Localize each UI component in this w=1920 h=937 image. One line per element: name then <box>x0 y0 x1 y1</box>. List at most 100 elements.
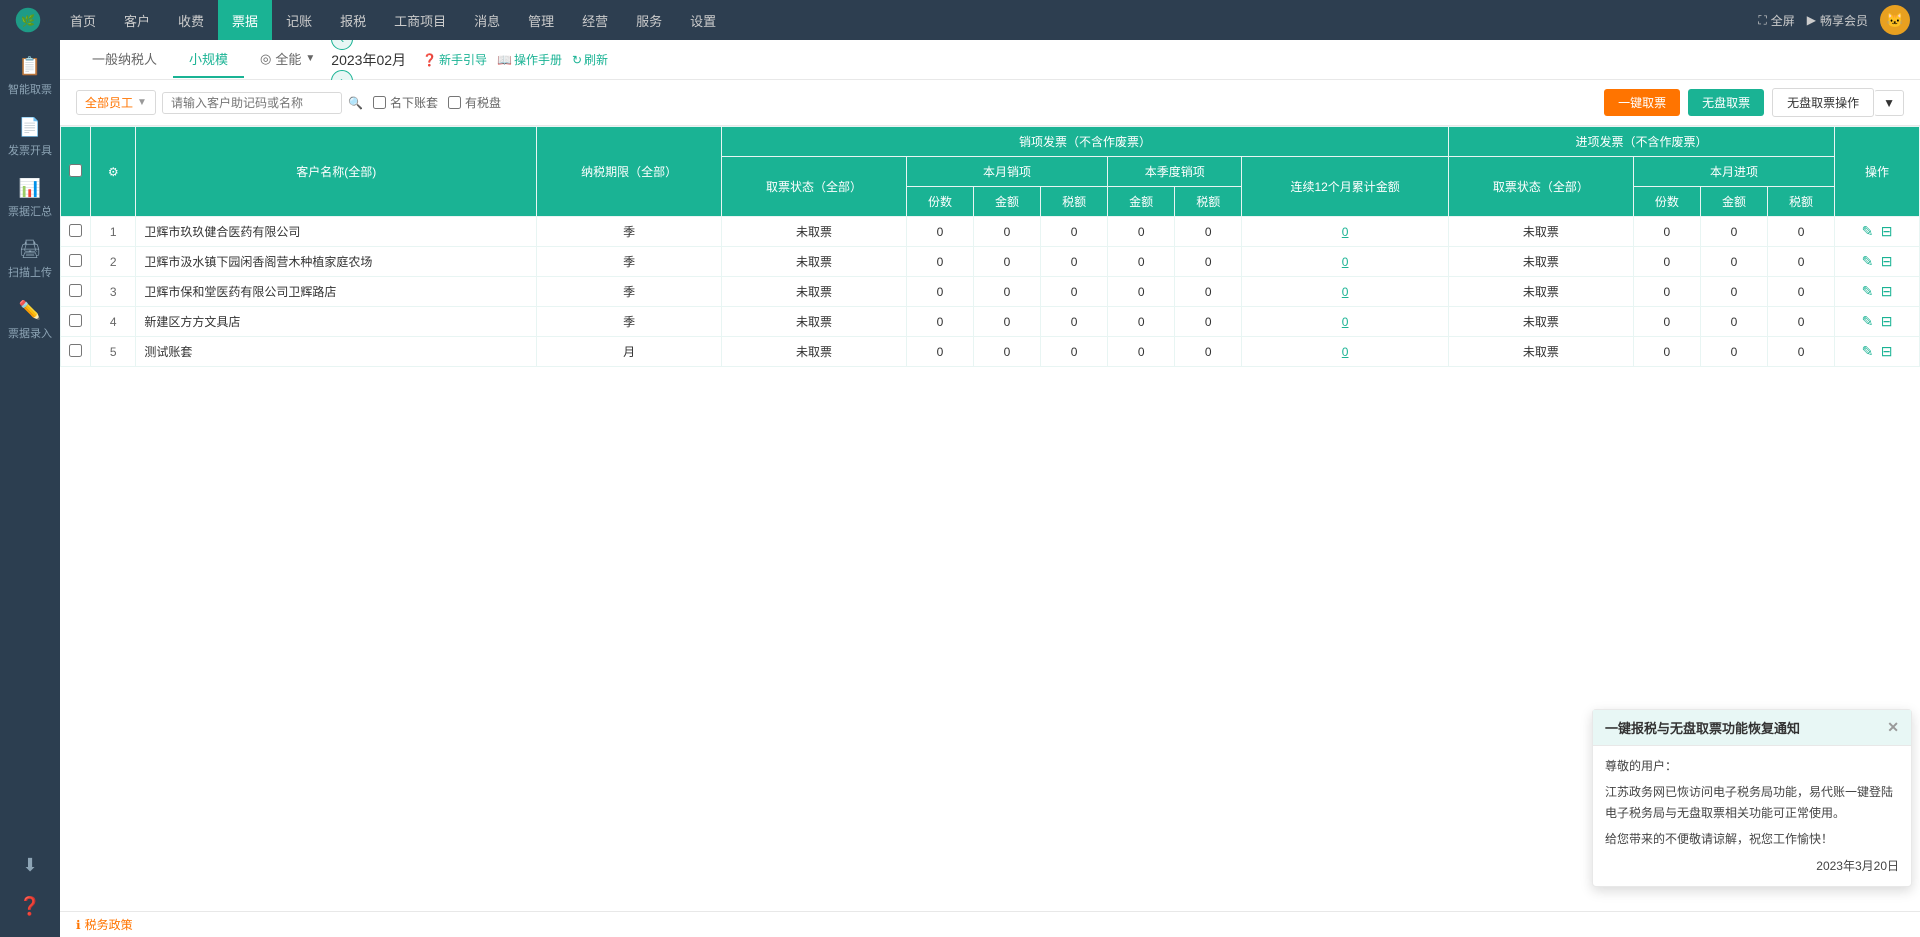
tab-general-taxpayer[interactable]: 一般纳税人 <box>76 41 173 78</box>
select-all-checkbox[interactable] <box>69 164 82 177</box>
th-sales-invoice: 销项发票（不含作废票） <box>722 127 1449 157</box>
th-month-input: 本月进项 <box>1633 157 1834 187</box>
row-customer-name: 卫辉市玖玖健合医药有限公司 <box>136 217 537 247</box>
notification-body: 尊敬的用户： 江苏政务网已恢访问电子税务局功能，易代账一键登陆电子税务局与无盘取… <box>1593 746 1911 886</box>
sidebar-item-invoice-summary[interactable]: 📊 票据汇总 <box>2 170 58 227</box>
one-click-fetch-button[interactable]: 一键取票 <box>1604 89 1680 116</box>
member-button[interactable]: ▶ 畅享会员 <box>1807 12 1868 29</box>
invoice-summary-icon: 📊 <box>19 178 41 199</box>
row-checkbox[interactable] <box>69 254 82 267</box>
employee-select[interactable]: 全部员工 ▼ <box>76 90 156 115</box>
toolbar: 全部员工 ▼ 🔍 名下账套 有税盘 一键取票 无盘取票 无盘取票操作 ▼ <box>60 80 1920 126</box>
row-quarter-tax: 0 <box>1175 307 1242 337</box>
manual-link[interactable]: 📖 操作手册 <box>497 51 562 68</box>
row-edit-icon[interactable]: ✎ <box>1862 343 1874 359</box>
row-tax-period: 季 <box>537 277 722 307</box>
sidebar-settings[interactable]: ⬇ <box>2 847 58 884</box>
manual-icon: 📖 <box>497 53 512 67</box>
checkbox-has-tax-disk[interactable]: 有税盘 <box>448 94 501 111</box>
no-disc-fetch-button[interactable]: 无盘取票 <box>1688 89 1764 116</box>
notification-close-button[interactable]: ✕ <box>1887 719 1899 736</box>
nav-business[interactable]: 工商项目 <box>380 0 460 40</box>
row-sales-month-shares: 0 <box>906 337 973 367</box>
notification-header: 一键报税与无盘取票功能恢复通知 ✕ <box>1593 710 1911 746</box>
tab-small-scale[interactable]: 小规模 <box>173 41 244 78</box>
row-edit-icon[interactable]: ✎ <box>1862 313 1874 329</box>
search-icon[interactable]: 🔍 <box>348 96 363 110</box>
sidebar-item-invoice-issue[interactable]: 📄 发票开具 <box>2 109 58 166</box>
row-cumulative-12[interactable]: 0 <box>1242 277 1449 307</box>
avatar[interactable]: 🐱 <box>1880 5 1910 35</box>
row-sales-month-shares: 0 <box>906 217 973 247</box>
row-sales-month-amount: 0 <box>973 247 1040 277</box>
nav-bookkeeping[interactable]: 记账 <box>272 0 326 40</box>
row-edit-icon[interactable]: ✎ <box>1862 283 1874 299</box>
sidebar-item-smart-fetch[interactable]: 📋 智能取票 <box>2 48 58 105</box>
row-cumulative-12[interactable]: 0 <box>1242 337 1449 367</box>
my-accounts-checkbox[interactable] <box>373 96 386 109</box>
nav-invoice[interactable]: 票据 <box>218 0 272 40</box>
nav-home[interactable]: 首页 <box>56 0 110 40</box>
nav-customer[interactable]: 客户 <box>110 0 164 40</box>
has-tax-disk-label: 有税盘 <box>465 94 501 111</box>
row-checkbox[interactable] <box>69 344 82 357</box>
nav-message[interactable]: 消息 <box>460 0 514 40</box>
row-detail-icon[interactable]: ⊟ <box>1881 313 1893 329</box>
row-cumulative-12[interactable]: 0 <box>1242 307 1449 337</box>
prev-month-button[interactable]: ‹ <box>331 40 353 50</box>
row-detail-icon[interactable]: ⊟ <box>1881 343 1893 359</box>
row-tax-period: 月 <box>537 337 722 367</box>
sidebar-item-invoice-entry[interactable]: ✏️ 票据录入 <box>2 292 58 349</box>
row-sales-fetch-status: 未取票 <box>722 277 907 307</box>
nav-settings[interactable]: 设置 <box>676 0 730 40</box>
nav-tax[interactable]: 报税 <box>326 0 380 40</box>
row-cumulative-12[interactable]: 0 <box>1242 247 1449 277</box>
app-logo[interactable]: 🌿 <box>10 2 46 38</box>
fullscreen-button[interactable]: ⛶ 全屏 <box>1758 12 1794 29</box>
tax-policy-link[interactable]: 税务政策 <box>85 916 133 933</box>
search-input[interactable] <box>162 92 342 114</box>
settings-icon: ⬇ <box>22 855 37 876</box>
row-quarter-tax: 0 <box>1175 247 1242 277</box>
row-checkbox[interactable] <box>69 314 82 327</box>
row-detail-icon[interactable]: ⊟ <box>1881 223 1893 239</box>
checkbox-my-accounts[interactable]: 名下账套 <box>373 94 438 111</box>
row-tax-period: 季 <box>537 247 722 277</box>
sidebar-item-scan-upload[interactable]: 🖨 扫描上传 <box>2 231 58 288</box>
refresh-link[interactable]: ↻ 刷新 <box>572 51 608 68</box>
th-input-invoice: 进项发票（不含作废票） <box>1448 127 1834 157</box>
row-input-fetch-status: 未取票 <box>1448 247 1633 277</box>
notification-body-text: 江苏政务网已恢访问电子税务局功能，易代账一键登陆电子税务局与无盘取票相关功能可正… <box>1605 782 1899 823</box>
sidebar-bottom: ⬇ ❓ <box>0 847 60 937</box>
nav-billing[interactable]: 收费 <box>164 0 218 40</box>
nav-service[interactable]: 服务 <box>622 0 676 40</box>
row-checkbox[interactable] <box>69 284 82 297</box>
row-input-fetch-status: 未取票 <box>1448 277 1633 307</box>
no-disc-operation-button[interactable]: 无盘取票操作 <box>1772 88 1874 117</box>
notification-apology: 给您带来的不便敬请谅解，祝您工作愉快！ <box>1605 829 1899 849</box>
row-detail-icon[interactable]: ⊟ <box>1881 253 1893 269</box>
tab-all[interactable]: ◎ 全能 ▼ <box>244 41 331 78</box>
row-checkbox[interactable] <box>69 224 82 237</box>
table-row: 1 卫辉市玖玖健合医药有限公司 季 未取票 0 0 0 0 0 0 未取票 0 … <box>61 217 1920 247</box>
row-customer-name: 测试账套 <box>136 337 537 367</box>
has-tax-disk-checkbox[interactable] <box>448 96 461 109</box>
th-quarter-tax: 税额 <box>1175 187 1242 217</box>
new-guide-link[interactable]: ❓ 新手引导 <box>422 51 487 68</box>
row-sales-month-tax: 0 <box>1041 217 1108 247</box>
row-detail-icon[interactable]: ⊟ <box>1881 283 1893 299</box>
row-action-cell: ✎ ⊟ <box>1835 247 1920 277</box>
row-edit-icon[interactable]: ✎ <box>1862 223 1874 239</box>
row-sales-fetch-status: 未取票 <box>722 337 907 367</box>
row-input-month-tax: 0 <box>1768 277 1835 307</box>
scan-upload-icon: 🖨 <box>19 239 42 260</box>
no-disc-operation-dropdown[interactable]: ▼ <box>1874 90 1904 116</box>
row-cumulative-12[interactable]: 0 <box>1242 217 1449 247</box>
row-edit-icon[interactable]: ✎ <box>1862 253 1874 269</box>
nav-manage[interactable]: 管理 <box>514 0 568 40</box>
th-input-month-amount: 金额 <box>1700 187 1767 217</box>
sidebar-help[interactable]: ❓ <box>2 888 58 925</box>
row-sales-month-tax: 0 <box>1041 277 1108 307</box>
nav-operation[interactable]: 经营 <box>568 0 622 40</box>
row-input-month-tax: 0 <box>1768 247 1835 277</box>
